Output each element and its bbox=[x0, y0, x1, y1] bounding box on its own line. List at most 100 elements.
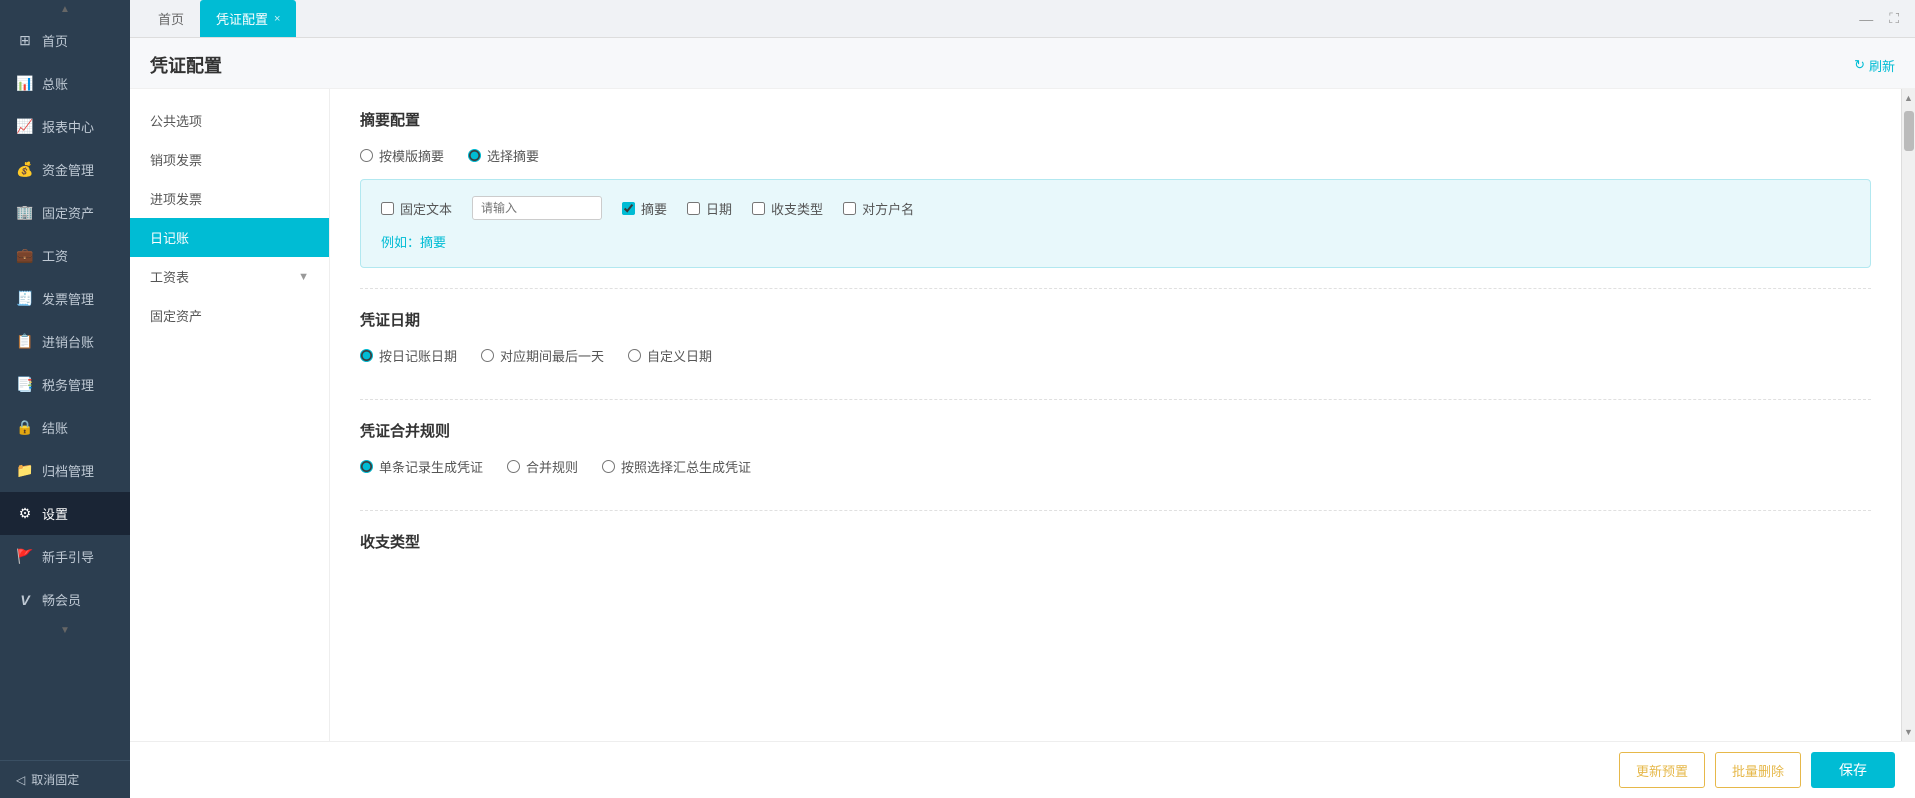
by-journal-date-label: 按日记账日期 bbox=[379, 346, 457, 365]
sidebar-scroll-up[interactable]: ▲ bbox=[0, 0, 130, 19]
tab-actions: — ⛶ bbox=[1855, 8, 1903, 29]
sidebar-item-guide[interactable]: 🚩 新手引导 bbox=[0, 535, 130, 578]
left-nav-journal[interactable]: 日记账 bbox=[130, 218, 329, 257]
save-button[interactable]: 保存 bbox=[1811, 752, 1895, 788]
tab-voucher-config[interactable]: 凭证配置 × bbox=[200, 0, 296, 37]
sidebar-label-closing: 结账 bbox=[42, 418, 68, 437]
last-day-period-radio[interactable] bbox=[481, 349, 494, 362]
left-nav-purchase-invoice-label: 进项发票 bbox=[150, 189, 202, 208]
ledger-icon: 📊 bbox=[16, 75, 34, 92]
fixed-text-option[interactable]: 固定文本 bbox=[381, 199, 452, 218]
by-journal-date-radio[interactable] bbox=[360, 349, 373, 362]
single-record-radio[interactable] bbox=[360, 460, 373, 473]
date-option[interactable]: 日期 bbox=[687, 199, 732, 218]
batch-delete-button[interactable]: 批量删除 bbox=[1715, 752, 1801, 788]
tab-bar: 首页 凭证配置 × — ⛶ bbox=[130, 0, 1915, 38]
example-text: 例如：摘要 bbox=[381, 235, 446, 250]
summary-config-box: 固定文本 摘要 日期 bbox=[360, 179, 1871, 268]
income-expense-checkbox[interactable] bbox=[752, 202, 765, 215]
sidebar-label-payroll: 工资 bbox=[42, 246, 68, 265]
left-nav-payroll-table[interactable]: 工资表 ▼ bbox=[130, 257, 329, 296]
sidebar-label-assets: 固定资产 bbox=[42, 203, 94, 222]
sidebar-item-assets[interactable]: 🏢 固定资产 bbox=[0, 191, 130, 234]
single-record-label: 单条记录生成凭证 bbox=[379, 457, 483, 476]
income-expense-section-title: 收支类型 bbox=[360, 531, 1871, 552]
sidebar-item-purchase-sales[interactable]: 📋 进销台账 bbox=[0, 320, 130, 363]
fixed-text-checkbox[interactable] bbox=[381, 202, 394, 215]
maximize-button[interactable]: ⛶ bbox=[1885, 8, 1903, 29]
select-summary-option[interactable]: 选择摘要 bbox=[468, 146, 539, 165]
left-nav-purchase-invoice[interactable]: 进项发票 bbox=[130, 179, 329, 218]
main-area: 首页 凭证配置 × — ⛶ 凭证配置 ↻ 刷新 公共选项 bbox=[130, 0, 1915, 798]
merge-rule-title: 凭证合并规则 bbox=[360, 420, 1871, 441]
close-tab-icon[interactable]: × bbox=[274, 13, 280, 25]
reports-icon: 📈 bbox=[16, 118, 34, 135]
custom-date-option[interactable]: 自定义日期 bbox=[628, 346, 712, 365]
voucher-date-title: 凭证日期 bbox=[360, 309, 1871, 330]
sidebar-item-funds[interactable]: 💰 资金管理 bbox=[0, 148, 130, 191]
sidebar-label-purchase-sales: 进销台账 bbox=[42, 332, 94, 351]
sidebar-item-reports[interactable]: 📈 报表中心 bbox=[0, 105, 130, 148]
voucher-date-radio-group: 按日记账日期 对应期间最后一天 自定义日期 bbox=[360, 346, 1871, 365]
left-nav-sales-invoice[interactable]: 销项发票 bbox=[130, 140, 329, 179]
unpin-label: 取消固定 bbox=[31, 771, 79, 788]
custom-date-radio[interactable] bbox=[628, 349, 641, 362]
left-nav-fixed-assets[interactable]: 固定资产 bbox=[130, 296, 329, 335]
minimize-button[interactable]: — bbox=[1855, 8, 1877, 29]
sidebar-item-invoice-mgmt[interactable]: 🧾 发票管理 bbox=[0, 277, 130, 320]
counterparty-checkbox[interactable] bbox=[843, 202, 856, 215]
sidebar-item-settings[interactable]: ⚙ 设置 bbox=[0, 492, 130, 535]
summary-checkbox[interactable] bbox=[622, 202, 635, 215]
payroll-icon: 💼 bbox=[16, 247, 34, 264]
counterparty-label: 对方户名 bbox=[862, 199, 914, 218]
assets-icon: 🏢 bbox=[16, 204, 34, 221]
scroll-up-arrow[interactable]: ▲ bbox=[1902, 89, 1915, 107]
summary-config-title: 摘要配置 bbox=[360, 109, 1871, 130]
sidebar-label-home: 首页 bbox=[42, 31, 68, 50]
summary-generate-option[interactable]: 按照选择汇总生成凭证 bbox=[602, 457, 751, 476]
tax-icon: 📑 bbox=[16, 376, 34, 393]
sidebar: ▲ ⊞ 首页 📊 总账 📈 报表中心 💰 资金管理 🏢 固定资产 💼 工资 🧾 … bbox=[0, 0, 130, 798]
summary-option[interactable]: 摘要 bbox=[622, 199, 667, 218]
refresh-button[interactable]: ↻ 刷新 bbox=[1854, 56, 1895, 75]
update-preview-button[interactable]: 更新预置 bbox=[1619, 752, 1705, 788]
date-label: 日期 bbox=[706, 199, 732, 218]
sidebar-item-home[interactable]: ⊞ 首页 bbox=[0, 19, 130, 62]
template-summary-option[interactable]: 按模版摘要 bbox=[360, 146, 444, 165]
sidebar-item-archive[interactable]: 📁 归档管理 bbox=[0, 449, 130, 492]
sidebar-label-guide: 新手引导 bbox=[42, 547, 94, 566]
last-day-period-option[interactable]: 对应期间最后一天 bbox=[481, 346, 604, 365]
sidebar-item-closing[interactable]: 🔒 结账 bbox=[0, 406, 130, 449]
sidebar-item-payroll[interactable]: 💼 工资 bbox=[0, 234, 130, 277]
summary-checkbox-row: 固定文本 摘要 日期 bbox=[381, 196, 1850, 220]
single-record-option[interactable]: 单条记录生成凭证 bbox=[360, 457, 483, 476]
merge-rules-radio[interactable] bbox=[507, 460, 520, 473]
date-checkbox[interactable] bbox=[687, 202, 700, 215]
scroll-thumb[interactable] bbox=[1904, 111, 1914, 151]
by-journal-date-option[interactable]: 按日记账日期 bbox=[360, 346, 457, 365]
counterparty-option[interactable]: 对方户名 bbox=[843, 199, 914, 218]
refresh-label: 刷新 bbox=[1869, 56, 1895, 75]
sidebar-label-funds: 资金管理 bbox=[42, 160, 94, 179]
sidebar-unpin[interactable]: ◁ 取消固定 bbox=[0, 760, 130, 798]
fixed-text-input[interactable] bbox=[472, 196, 602, 220]
tab-home-label: 首页 bbox=[158, 9, 184, 28]
content-area: 凭证配置 ↻ 刷新 公共选项 销项发票 进项发票 日记账 bbox=[130, 38, 1915, 798]
income-expense-option[interactable]: 收支类型 bbox=[752, 199, 823, 218]
invoice-mgmt-icon: 🧾 bbox=[16, 290, 34, 307]
home-icon: ⊞ bbox=[16, 32, 34, 49]
template-summary-label: 按模版摘要 bbox=[379, 146, 444, 165]
scroll-down-arrow[interactable]: ▼ bbox=[1902, 723, 1915, 741]
sidebar-scroll-down[interactable]: ▼ bbox=[0, 621, 130, 640]
left-nav-journal-label: 日记账 bbox=[150, 228, 189, 247]
sidebar-item-ledger[interactable]: 📊 总账 bbox=[0, 62, 130, 105]
sidebar-item-tax[interactable]: 📑 税务管理 bbox=[0, 363, 130, 406]
summary-generate-radio[interactable] bbox=[602, 460, 615, 473]
select-summary-radio[interactable] bbox=[468, 149, 481, 162]
merge-rules-option[interactable]: 合并规则 bbox=[507, 457, 578, 476]
tab-home[interactable]: 首页 bbox=[142, 0, 200, 37]
archive-icon: 📁 bbox=[16, 462, 34, 479]
template-summary-radio[interactable] bbox=[360, 149, 373, 162]
left-nav-public[interactable]: 公共选项 bbox=[130, 101, 329, 140]
sidebar-item-vip[interactable]: V 畅会员 bbox=[0, 578, 130, 621]
